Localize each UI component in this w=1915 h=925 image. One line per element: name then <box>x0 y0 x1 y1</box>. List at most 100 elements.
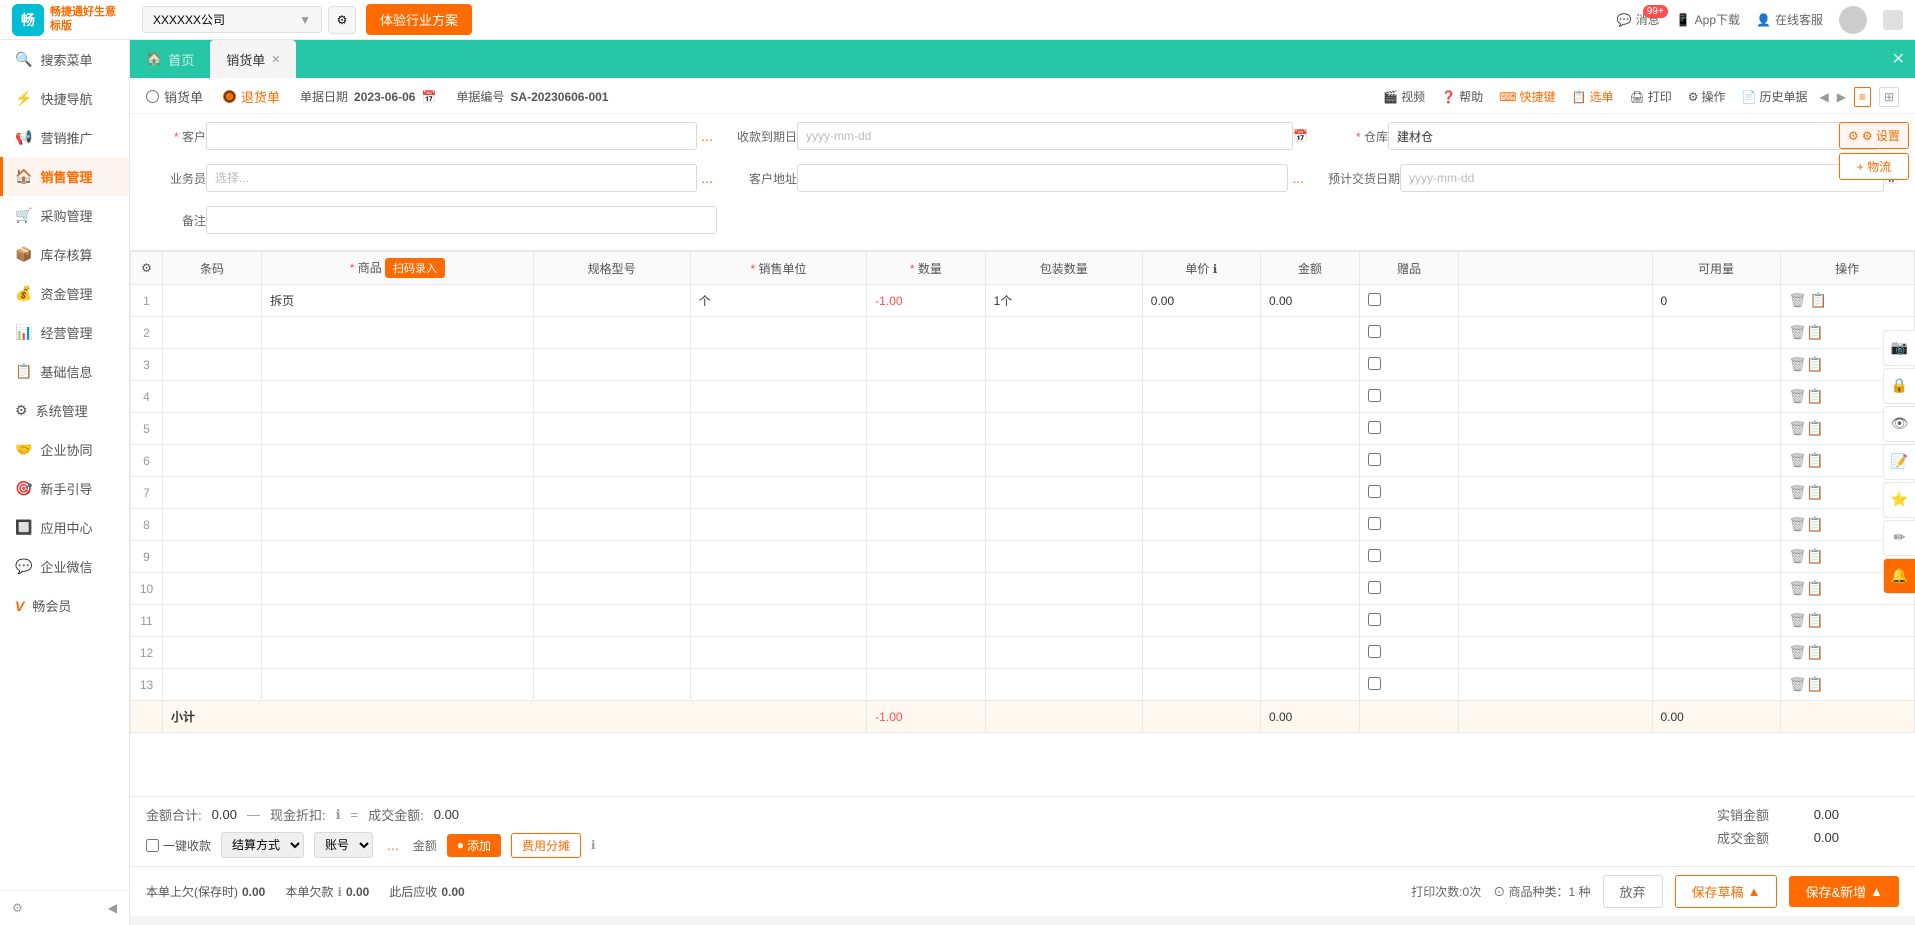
delete-row-button[interactable]: 🗑 <box>1789 452 1807 469</box>
radio-return[interactable]: 退货单 <box>223 87 280 106</box>
user-avatar[interactable] <box>1839 6 1867 34</box>
fee-split-button[interactable]: 费用分摊 <box>511 833 581 858</box>
list-view-icon[interactable]: ≡ <box>1854 87 1871 107</box>
delete-row-button[interactable]: 🗑 <box>1789 676 1807 693</box>
customer-addr-input[interactable] <box>797 164 1288 192</box>
sidebar-item-sales[interactable]: 🏠 销售管理 <box>0 157 129 196</box>
help-icon2[interactable]: ℹ <box>337 885 342 899</box>
help-icon[interactable]: ℹ <box>336 807 341 823</box>
salesman-dots-btn[interactable]: ... <box>697 170 717 186</box>
float-note-button[interactable]: 📝 <box>1883 444 1915 480</box>
sidebar-item-finance[interactable]: 💰 资金管理 <box>0 274 129 313</box>
user-avatar2[interactable] <box>1883 10 1903 30</box>
sidebar-item-wechat[interactable]: 💬 企业微信 <box>0 547 129 586</box>
product-cell[interactable]: 拆页 <box>262 285 534 317</box>
gift-checkbox[interactable] <box>1368 677 1381 690</box>
delete-row-button[interactable]: 🗑 <box>1789 548 1807 565</box>
gift-cell[interactable] <box>1360 285 1459 317</box>
delete-row-button[interactable]: 🗑 <box>1789 580 1807 597</box>
copy-row-button[interactable]: 📋 <box>1806 548 1823 565</box>
customer-input[interactable] <box>206 122 697 150</box>
payment-method-select[interactable]: 结算方式 <box>221 832 304 858</box>
sidebar-collapse-button[interactable]: ◀ <box>108 901 117 915</box>
float-eye-button[interactable]: 👁 <box>1883 406 1915 442</box>
close-all-button[interactable]: ✕ <box>1892 49 1905 69</box>
gift-checkbox[interactable] <box>1368 357 1381 370</box>
online-service-button[interactable]: 👤 在线客服 <box>1756 11 1823 28</box>
sidebar-item-inventory[interactable]: 📦 库存核算 <box>0 235 129 274</box>
payment-dots-btn[interactable]: ... <box>383 837 403 853</box>
gift-checkbox[interactable] <box>1368 613 1381 626</box>
unit-cell[interactable]: 个 <box>690 285 866 317</box>
pack-cell[interactable]: 1个 <box>985 285 1142 317</box>
prev-icon[interactable]: ◀ <box>1819 90 1828 104</box>
settings-right-button[interactable]: ⚙ ⚙ 设置 <box>1839 122 1909 149</box>
company-selector[interactable]: XXXXXX公司 ▼ <box>142 6 322 33</box>
sidebar-item-quick[interactable]: ⚡ 快捷导航 <box>0 79 129 118</box>
customer-dots-btn[interactable]: ... <box>697 128 717 144</box>
gift-checkbox[interactable] <box>1368 517 1381 530</box>
delete-row-button[interactable]: 🗑 <box>1789 324 1807 341</box>
delete-row-button[interactable]: 🗑 <box>1789 484 1807 501</box>
gift-checkbox[interactable] <box>1368 453 1381 466</box>
gift-checkbox[interactable] <box>1368 645 1381 658</box>
due-date-input[interactable] <box>797 122 1293 150</box>
col-settings-header[interactable]: ⚙ <box>131 252 163 285</box>
one-click-checkbox[interactable] <box>146 839 159 852</box>
tab-close-icon[interactable]: ✕ <box>271 53 280 66</box>
sidebar-item-system[interactable]: ⚙ 系统管理 <box>0 391 129 430</box>
copy-row-button[interactable]: 📋 <box>1810 292 1827 309</box>
app-download-button[interactable]: 📱 App下载 <box>1676 11 1740 28</box>
price-cell[interactable]: 0.00 <box>1142 285 1260 317</box>
sidebar-settings-button[interactable]: ⚙ <box>12 901 23 915</box>
sidebar-item-guide[interactable]: 🎯 新手引导 <box>0 469 129 508</box>
spec-cell[interactable] <box>533 285 690 317</box>
add-payment-button[interactable]: ● 添加 <box>447 834 501 857</box>
remark-input[interactable] <box>206 206 717 234</box>
copy-row-button[interactable]: 📋 <box>1806 324 1823 341</box>
history-btn[interactable]: 📄 历史单据 <box>1737 86 1811 107</box>
float-bell-button[interactable]: 🔔 <box>1883 558 1915 594</box>
gift-checkbox[interactable] <box>1368 549 1381 562</box>
print-btn[interactable]: 🖨 打印 <box>1625 86 1675 107</box>
grid-view-icon[interactable]: ⊞ <box>1879 87 1899 107</box>
delete-row-button[interactable]: 🗑 <box>1789 420 1807 437</box>
messages-button[interactable]: 💬 消息 99+ <box>1617 11 1660 28</box>
copy-row-button[interactable]: 📋 <box>1806 452 1823 469</box>
gift-checkbox[interactable] <box>1368 325 1381 338</box>
delete-row-button[interactable]: 🗑 <box>1789 292 1807 309</box>
delete-row-button[interactable]: 🗑 <box>1789 356 1807 373</box>
tab-home[interactable]: 🏠 首页 <box>130 40 210 78</box>
sidebar-item-coop[interactable]: 🤝 企业协同 <box>0 430 129 469</box>
delete-row-button[interactable]: 🗑 <box>1789 644 1807 661</box>
tab-sales-order[interactable]: 销货单 ✕ <box>210 40 296 78</box>
gift-checkbox[interactable] <box>1368 485 1381 498</box>
save-new-button[interactable]: 保存&新增 ▲ <box>1789 876 1899 907</box>
sidebar-item-app[interactable]: 🔲 应用中心 <box>0 508 129 547</box>
copy-row-button[interactable]: 📋 <box>1806 484 1823 501</box>
copy-row-button[interactable]: 📋 <box>1806 612 1823 629</box>
float-star-button[interactable]: ⭐ <box>1883 482 1915 518</box>
addr-dots-btn[interactable]: ... <box>1288 170 1308 186</box>
radio-sales[interactable]: 销货单 <box>146 87 203 106</box>
one-click-payment[interactable]: 一键收款 <box>146 837 211 854</box>
amount-cell[interactable]: 0.00 <box>1260 285 1359 317</box>
operate-btn[interactable]: ⚙ 操作 <box>1684 86 1730 107</box>
copy-row-button[interactable]: 📋 <box>1806 516 1823 533</box>
company-settings-button[interactable]: ⚙ <box>328 6 356 34</box>
radio-return-input[interactable] <box>223 90 236 103</box>
copy-row-button[interactable]: 📋 <box>1806 580 1823 597</box>
float-lock-button[interactable]: 🔒 <box>1883 368 1915 404</box>
copy-row-button[interactable]: 📋 <box>1806 388 1823 405</box>
radio-sales-input[interactable] <box>146 90 159 103</box>
calendar-icon[interactable]: 📅 <box>421 90 436 104</box>
expected-date-input[interactable] <box>1400 164 1884 192</box>
save-draft-button[interactable]: 保存草稿 ▲ <box>1675 875 1778 908</box>
shortcut-btn[interactable]: ⌨ 快捷键 <box>1495 86 1559 107</box>
gift-checkbox[interactable] <box>1368 421 1381 434</box>
gift-checkbox[interactable] <box>1368 293 1381 306</box>
salesman-input[interactable] <box>206 164 697 192</box>
gift-checkbox[interactable] <box>1368 581 1381 594</box>
help-btn[interactable]: ❓ 帮助 <box>1437 86 1487 107</box>
scan-button[interactable]: 扫码录入 <box>385 258 445 278</box>
